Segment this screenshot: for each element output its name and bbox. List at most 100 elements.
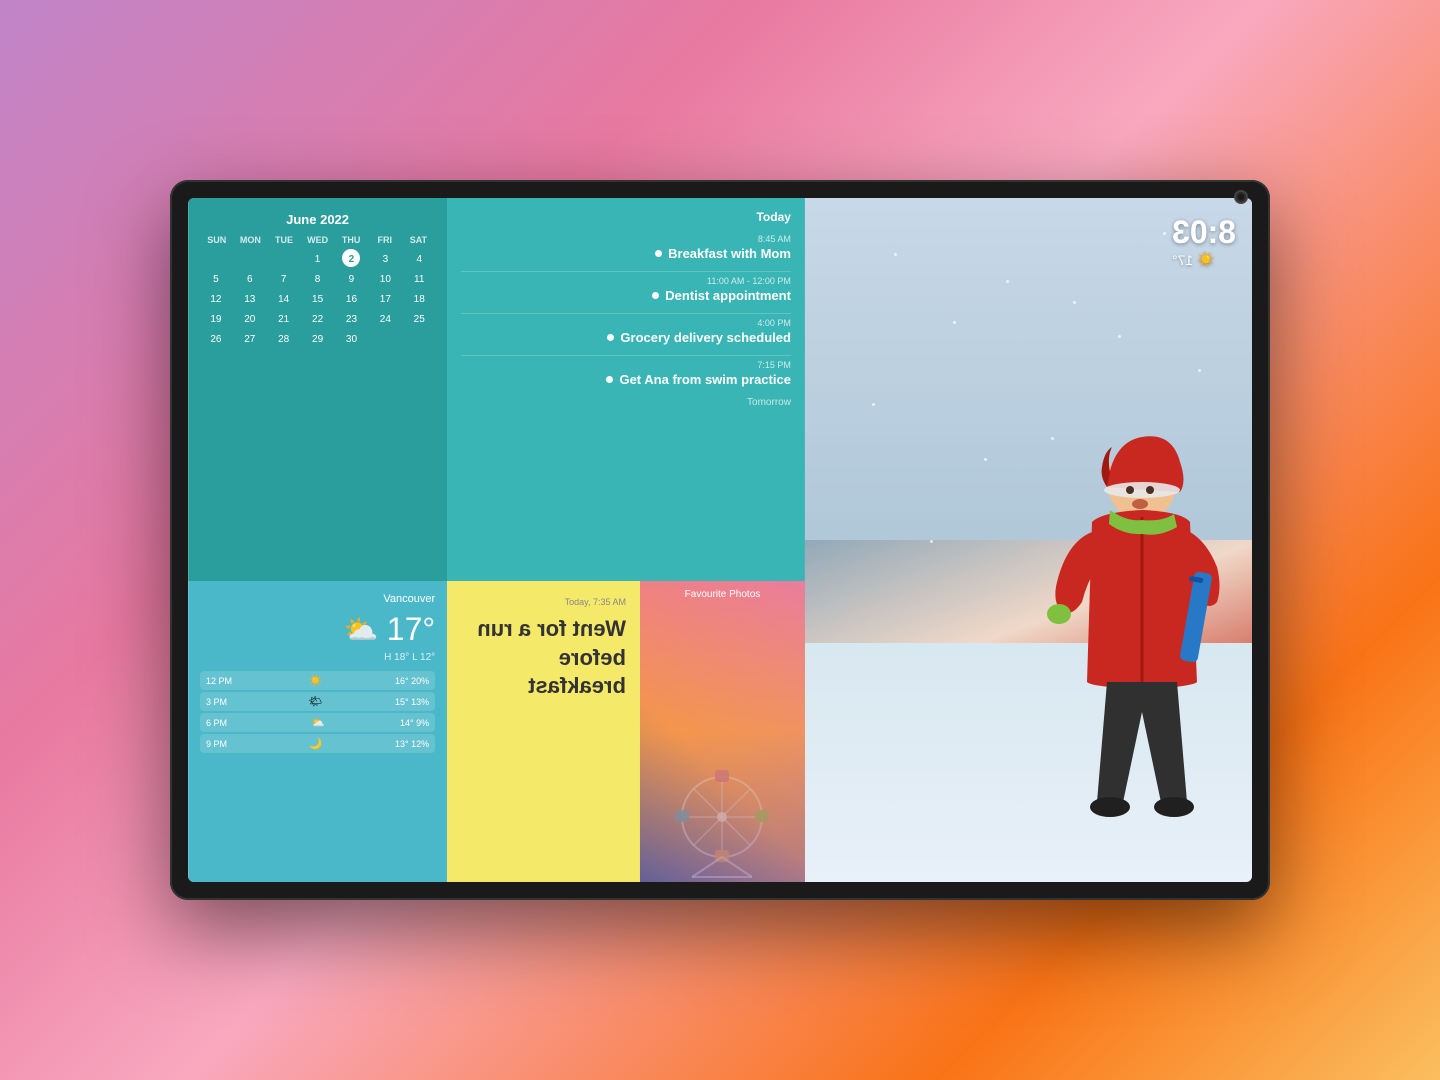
note-header: Today, 7:35 AM — [461, 597, 626, 607]
camera-icon — [1234, 190, 1248, 204]
cal-day[interactable]: 29 — [309, 329, 327, 347]
cal-day[interactable]: 23 — [342, 309, 360, 327]
cal-day[interactable]: 25 — [410, 309, 428, 327]
event-title-2: Dentist appointment — [461, 288, 791, 303]
cal-day[interactable]: 1 — [309, 249, 327, 267]
forecast-temp-3: 13° 12% — [395, 739, 429, 749]
left-panel: June 2022 SUN MON TUE WED THU FRI SAT — [188, 198, 805, 882]
event-title-1: Breakfast with Mom — [461, 246, 791, 261]
cal-day[interactable]: 8 — [309, 269, 327, 287]
calendar-widget: June 2022 SUN MON TUE WED THU FRI SAT — [188, 198, 447, 581]
note-widget: Today, 7:35 AM Went for a run before bre… — [447, 581, 640, 882]
cal-header-tue: TUE — [267, 235, 301, 245]
forecast-time-1: 3 PM — [206, 697, 236, 707]
cal-header-sun: SUN — [200, 235, 234, 245]
cal-day[interactable]: 3 — [376, 249, 394, 267]
forecast-time-2: 6 PM — [206, 718, 236, 728]
event-dot-2 — [652, 292, 659, 299]
cal-day[interactable]: 19 — [207, 309, 225, 327]
weather-sun-cloud-icon: ⛅ — [344, 613, 379, 646]
cal-header-thu: THU — [334, 235, 368, 245]
event-item-2: 11:00 AM - 12:00 PM Dentist appointment — [461, 276, 791, 303]
cal-day[interactable]: 7 — [275, 269, 293, 287]
photo-widget-bottom: Favourite Photos — [640, 581, 805, 882]
weather-forecast: 12 PM ☀️ 16° 20% 3 PM 🌤 15° 13% 6 PM ⛅ 1… — [200, 671, 435, 753]
cal-day[interactable]: 30 — [342, 329, 360, 347]
cal-day[interactable]: 11 — [410, 269, 428, 287]
cal-header-mon: MON — [234, 235, 268, 245]
forecast-icon-3: 🌙 — [309, 737, 323, 750]
cal-day[interactable]: 27 — [241, 329, 259, 347]
cal-header-sat: SAT — [402, 235, 436, 245]
forecast-icon-0: ☀️ — [309, 674, 323, 687]
event-item-3: 4:00 PM Grocery delivery scheduled — [461, 318, 791, 345]
top-row: June 2022 SUN MON TUE WED THU FRI SAT — [188, 198, 805, 581]
forecast-icon-2: ⛅ — [311, 716, 325, 729]
event-title-3: Grocery delivery scheduled — [461, 330, 791, 345]
cal-day — [410, 329, 428, 347]
cal-day[interactable]: 17 — [376, 289, 394, 307]
calendar-grid: SUN MON TUE WED THU FRI SAT 123456789101… — [200, 235, 435, 347]
clock-weather-display: ☀️ 17° — [1172, 251, 1236, 268]
weather-city: Vancouver — [200, 593, 435, 605]
cal-day[interactable]: 15 — [309, 289, 327, 307]
cal-day[interactable]: 4 — [410, 249, 428, 267]
cal-day[interactable]: 26 — [207, 329, 225, 347]
cal-day — [207, 249, 225, 267]
event-item-1: 8:45 AM Breakfast with Mom — [461, 234, 791, 261]
weather-main: ⛅ 17° — [200, 611, 435, 648]
cal-day[interactable]: 12 — [207, 289, 225, 307]
cal-day[interactable]: 14 — [275, 289, 293, 307]
forecast-temp-2: 14° 9% — [400, 718, 429, 728]
cal-day[interactable]: 21 — [275, 309, 293, 327]
cal-day[interactable]: 22 — [309, 309, 327, 327]
forecast-row: 6 PM ⛅ 14° 9% — [200, 713, 435, 732]
event-title-4: Get Ana from swim practice — [461, 372, 791, 387]
cal-day[interactable]: 24 — [376, 309, 394, 327]
calendar-header: SUN MON TUE WED THU FRI SAT — [200, 235, 435, 245]
tomorrow-label: Tomorrow — [461, 397, 791, 408]
calendar-body: 1234567891011121314151617181920212223242… — [200, 249, 435, 347]
cal-day[interactable]: 16 — [342, 289, 360, 307]
cal-header-wed: WED — [301, 235, 335, 245]
note-text: Went for a run before breakfast — [461, 615, 626, 701]
cal-day[interactable]: 18 — [410, 289, 428, 307]
event-item-4: 7:15 PM Get Ana from swim practice — [461, 360, 791, 387]
forecast-icon-1: 🌤 — [309, 695, 323, 708]
weather-temp: 17° — [387, 611, 435, 648]
photo-background: 8:03 ☀️ 17° — [805, 198, 1252, 882]
cal-day[interactable]: 9 — [342, 269, 360, 287]
cal-day[interactable]: 20 — [241, 309, 259, 327]
cal-day[interactable]: 28 — [275, 329, 293, 347]
cal-day[interactable]: 2 — [342, 249, 360, 267]
screen: June 2022 SUN MON TUE WED THU FRI SAT — [188, 198, 1252, 882]
photo-widget-label: Favourite Photos — [640, 589, 805, 600]
cal-day — [275, 249, 293, 267]
child-figure — [1032, 402, 1232, 882]
cal-day[interactable]: 13 — [241, 289, 259, 307]
bottom-row: Vancouver ⛅ 17° H 18° L 12° 12 PM ☀️ 16°… — [188, 581, 805, 882]
clock-time: 8:03 — [1172, 214, 1236, 251]
cal-day — [376, 329, 394, 347]
calendar-title: June 2022 — [200, 212, 435, 227]
cal-day[interactable]: 6 — [241, 269, 259, 287]
cal-day — [241, 249, 259, 267]
event-time-3: 4:00 PM — [461, 318, 791, 328]
weather-hi-lo: H 18° L 12° — [200, 652, 435, 663]
device-frame: June 2022 SUN MON TUE WED THU FRI SAT — [170, 180, 1270, 900]
weather-widget: Vancouver ⛅ 17° H 18° L 12° 12 PM ☀️ 16°… — [188, 581, 447, 882]
forecast-temp-1: 15° 13% — [395, 697, 429, 707]
forecast-time-0: 12 PM — [206, 676, 236, 686]
forecast-temp-0: 16° 20% — [395, 676, 429, 686]
cal-day[interactable]: 5 — [207, 269, 225, 287]
forecast-row: 9 PM 🌙 13° 12% — [200, 734, 435, 753]
event-dot-4 — [607, 376, 614, 383]
event-time-1: 8:45 AM — [461, 234, 791, 244]
clock-sun-icon: ☀️ — [1197, 251, 1214, 268]
forecast-row: 12 PM ☀️ 16° 20% — [200, 671, 435, 690]
event-dot-1 — [655, 250, 662, 257]
events-header: Today — [461, 210, 791, 224]
cal-day[interactable]: 10 — [376, 269, 394, 287]
event-time-2: 11:00 AM - 12:00 PM — [461, 276, 791, 286]
event-time-4: 7:15 PM — [461, 360, 791, 370]
